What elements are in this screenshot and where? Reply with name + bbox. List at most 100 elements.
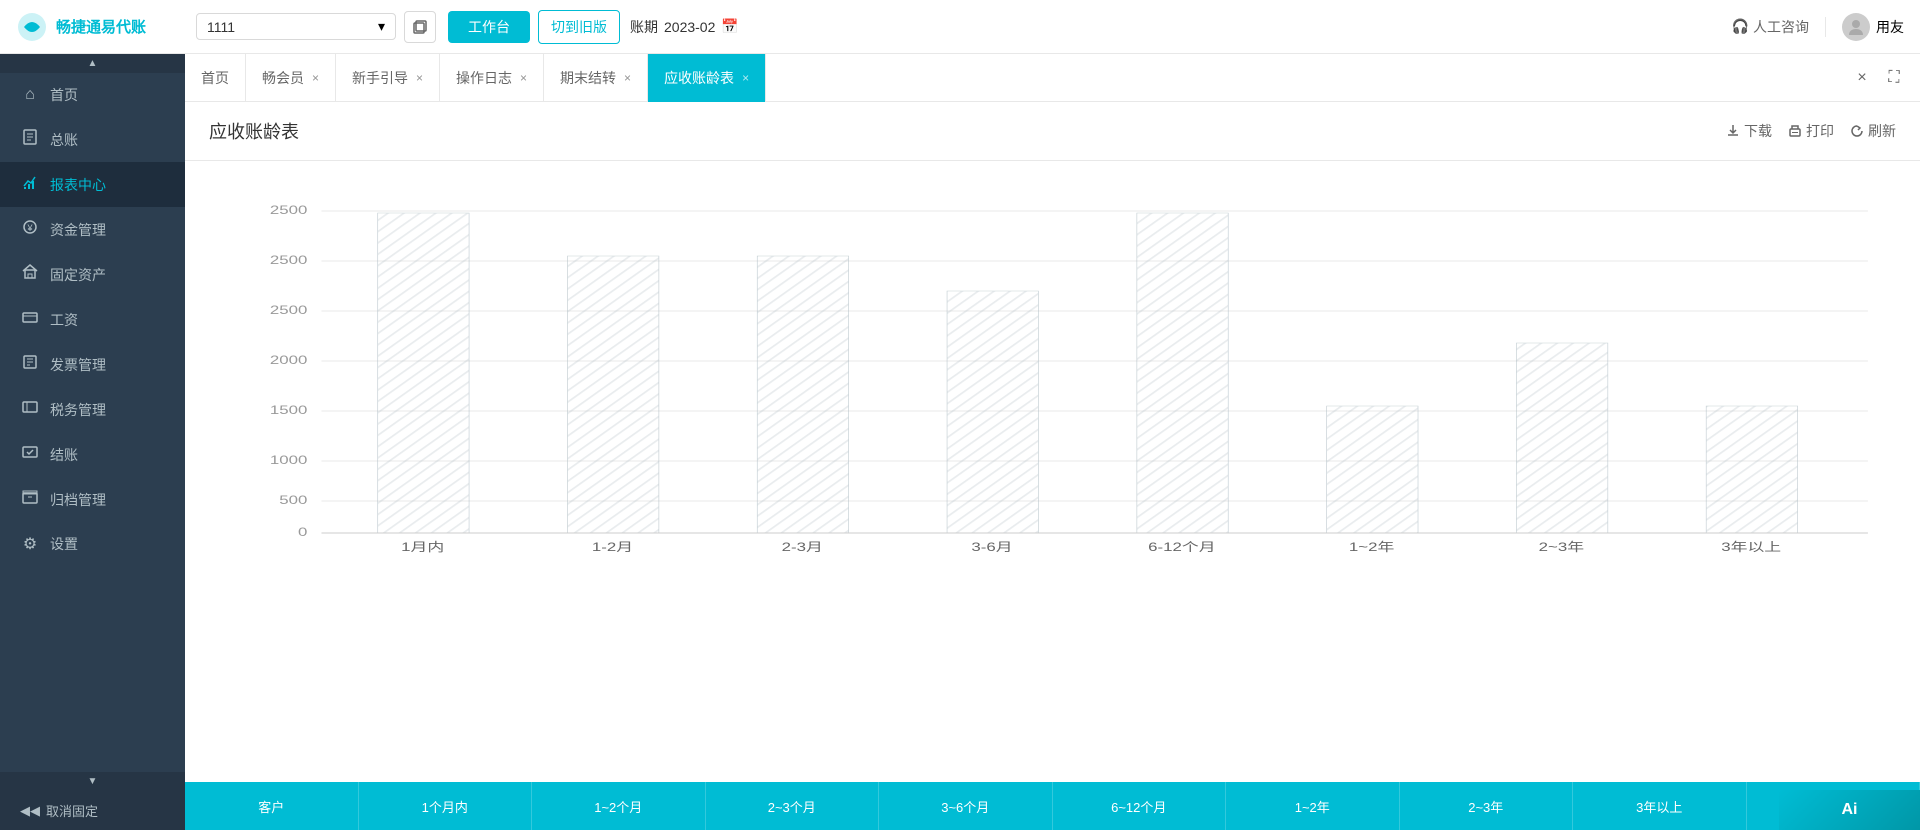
workbench-button[interactable]: 工作台 (448, 11, 530, 43)
tab-close-icon[interactable]: × (624, 71, 631, 85)
svg-text:2500: 2500 (270, 254, 308, 267)
consult-button[interactable]: 🎧 人工咨询 (1732, 17, 1809, 37)
tab-bar: 首页 畅会员 × 新手引导 × 操作日志 × 期末结转 × (185, 54, 1920, 102)
svg-text:6-12个月: 6-12个月 (1148, 540, 1215, 554)
sidebar-item-tax[interactable]: 税务管理 (0, 387, 185, 432)
reports-icon (20, 174, 40, 195)
svg-text:2500: 2500 (270, 304, 308, 317)
tab-expand-button[interactable]: ⛶ (1880, 64, 1908, 92)
print-icon (1788, 124, 1802, 138)
sidebar-item-label: 发票管理 (50, 355, 106, 375)
svg-text:¥: ¥ (26, 223, 33, 233)
assets-icon (20, 264, 40, 285)
footer-col-1-2m: 1~2个月 (532, 782, 706, 830)
refresh-button[interactable]: 刷新 (1850, 121, 1896, 141)
copy-button[interactable] (404, 11, 436, 43)
period-value: 2023-02 (664, 19, 715, 35)
cancel-fixed-button[interactable]: ◀◀ 取消固定 (0, 791, 185, 830)
sidebar-item-reports[interactable]: 报表中心 (0, 162, 185, 207)
footer-col-3-6m: 3~6个月 (879, 782, 1053, 830)
sidebar-scroll-up[interactable]: ▲ (0, 54, 185, 73)
svg-text:500: 500 (279, 494, 307, 507)
tab-guide[interactable]: 新手引导 × (336, 54, 440, 102)
tab-aging[interactable]: 应收账龄表 × (648, 54, 766, 102)
tab-close-icon[interactable]: × (520, 71, 527, 85)
footer-col-3yplus: 3年以上 (1573, 782, 1747, 830)
invoice-icon (20, 354, 40, 375)
tab-label: 首页 (201, 68, 229, 88)
logo-text: 畅捷通易代账 (56, 16, 146, 37)
svg-text:3年以上: 3年以上 (1721, 540, 1781, 554)
sidebar-item-assets[interactable]: 固定资产 (0, 252, 185, 297)
chevron-down-icon: ▾ (378, 18, 385, 35)
tab-home[interactable]: 首页 (185, 54, 246, 102)
headset-icon: 🎧 (1732, 18, 1749, 35)
download-button[interactable]: 下载 (1726, 121, 1772, 141)
salary-icon (20, 309, 40, 330)
sidebar-item-home[interactable]: ⌂ 首页 (0, 73, 185, 117)
sidebar-item-settings[interactable]: ⚙ 设置 (0, 522, 185, 566)
svg-text:1000: 1000 (270, 454, 308, 467)
sidebar-item-funds[interactable]: ¥ 资金管理 (0, 207, 185, 252)
user-avatar (1842, 13, 1870, 41)
sidebar-item-ledger[interactable]: 总账 (0, 117, 185, 162)
sidebar-item-invoice[interactable]: 发票管理 (0, 342, 185, 387)
tab-close-icon[interactable]: × (312, 71, 319, 85)
tab-close-icon[interactable]: × (742, 71, 749, 85)
tab-close-all-button[interactable]: × (1848, 64, 1876, 92)
svg-text:0: 0 (298, 526, 307, 539)
checkout-icon (20, 444, 40, 465)
sidebar-item-label: 总账 (50, 130, 78, 150)
download-icon (1726, 124, 1740, 138)
tab-label: 操作日志 (456, 68, 512, 88)
home-icon: ⌂ (20, 86, 40, 104)
cancel-fixed-label: 取消固定 (46, 801, 98, 820)
tab-label: 期末结转 (560, 68, 616, 88)
svg-text:1-2月: 1-2月 (592, 541, 633, 554)
footer-col-1m: 1个月内 (359, 782, 533, 830)
sidebar: ▲ ⌂ 首页 总账 报表中心 ¥ 资金管理 (0, 54, 185, 830)
sidebar-item-archive[interactable]: 归档管理 (0, 477, 185, 522)
tab-close-icon[interactable]: × (416, 71, 423, 85)
period-label: 账期 (630, 17, 658, 37)
svg-text:1500: 1500 (270, 404, 308, 417)
svg-text:2500: 2500 (270, 204, 308, 217)
tab-label: 新手引导 (352, 68, 408, 88)
sidebar-item-label: 报表中心 (50, 175, 106, 195)
main-area: ▲ ⌂ 首页 总账 报表中心 ¥ 资金管理 (0, 54, 1920, 830)
footer-col-6-12m: 6~12个月 (1053, 782, 1227, 830)
sidebar-item-label: 工资 (50, 310, 78, 330)
logo-icon (16, 11, 48, 43)
period-area: 账期 2023-02 📅 (630, 17, 739, 37)
print-button[interactable]: 打印 (1788, 121, 1834, 141)
user-menu-button[interactable]: 用友 (1842, 13, 1904, 41)
page-actions: 下载 打印 刷新 (1726, 121, 1896, 141)
sidebar-item-label: 首页 (50, 85, 78, 105)
aging-chart: 2500 2500 2500 2000 1500 1000 500 0 (209, 181, 1896, 561)
sidebar-item-label: 固定资产 (50, 265, 106, 285)
tab-member[interactable]: 畅会员 × (246, 54, 336, 102)
ai-button[interactable]: Ai (1779, 790, 1920, 830)
footer-col-customer: 客户 (185, 782, 359, 830)
footer-col-2-3y: 2~3年 (1400, 782, 1574, 830)
sidebar-bottom: ▼ ◀◀ 取消固定 (0, 772, 185, 830)
svg-text:3-6月: 3-6月 (971, 541, 1012, 554)
print-label: 打印 (1806, 121, 1834, 141)
sidebar-item-checkout[interactable]: 结账 (0, 432, 185, 477)
switch-version-button[interactable]: 切到旧版 (538, 10, 620, 44)
refresh-icon (1850, 124, 1864, 138)
tab-oplog[interactable]: 操作日志 × (440, 54, 544, 102)
archive-icon (20, 489, 40, 510)
sidebar-item-label: 结账 (50, 445, 78, 465)
sidebar-scroll-down[interactable]: ▼ (0, 772, 185, 791)
copy-icon (412, 19, 428, 35)
settings-icon: ⚙ (20, 534, 40, 554)
company-selector[interactable]: 1111 ▾ (196, 13, 396, 40)
calendar-icon[interactable]: 📅 (721, 18, 738, 35)
funds-icon: ¥ (20, 219, 40, 240)
refresh-label: 刷新 (1868, 121, 1896, 141)
chart-container: 2500 2500 2500 2000 1500 1000 500 0 (185, 161, 1920, 782)
tab-period-end[interactable]: 期末结转 × (544, 54, 648, 102)
sidebar-item-salary[interactable]: 工资 (0, 297, 185, 342)
svg-text:2000: 2000 (270, 354, 308, 367)
